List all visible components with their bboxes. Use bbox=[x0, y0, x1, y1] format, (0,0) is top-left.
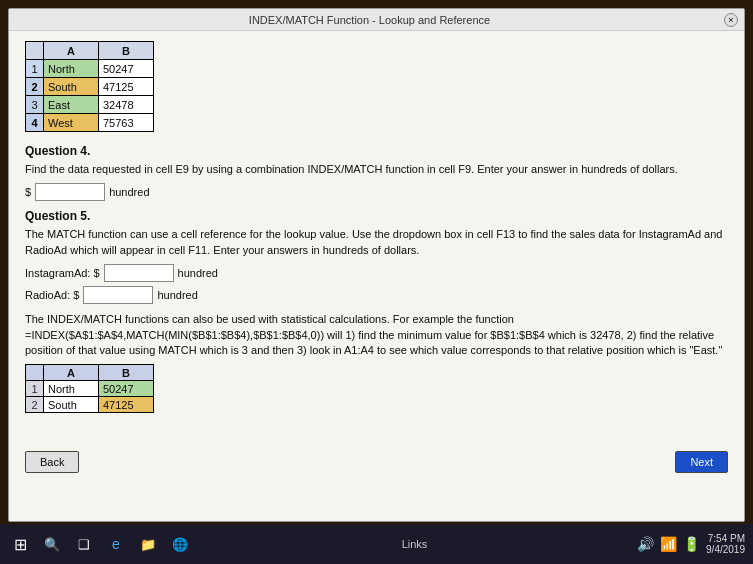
chrome-icon[interactable]: 🌐 bbox=[168, 532, 192, 556]
bottom-header-row: A B bbox=[26, 365, 154, 381]
date-text: 9/4/2019 bbox=[706, 544, 745, 555]
question4-prefix: $ bbox=[25, 186, 31, 198]
question5-section: Question 5. The MATCH function can use a… bbox=[25, 209, 728, 304]
taskbar: ⊞ 🔍 ❑ e 📁 🌐 Links 🔊 📶 🔋 7:54 PM 9/4/2019 bbox=[0, 524, 753, 564]
bottom-header-col-b: B bbox=[99, 365, 154, 381]
task-view-icon[interactable]: ❑ bbox=[72, 532, 96, 556]
bottom-cell-south: South bbox=[44, 397, 99, 413]
instagram-input[interactable] bbox=[104, 264, 174, 282]
time-display: 7:54 PM 9/4/2019 bbox=[706, 533, 745, 555]
cell-east: East bbox=[44, 96, 99, 114]
question4-text: Find the data requested in cell E9 by us… bbox=[25, 162, 728, 177]
rownum-3: 3 bbox=[26, 96, 44, 114]
nav-buttons: Next bbox=[675, 451, 728, 473]
content-area: A B 1 North 50247 2 South 47125 3 East 3… bbox=[9, 31, 744, 521]
radio-suffix: hundred bbox=[157, 289, 197, 301]
header-col-b: B bbox=[99, 42, 154, 60]
next-button[interactable]: Next bbox=[675, 451, 728, 473]
header-rownum bbox=[26, 42, 44, 60]
header-col-a: A bbox=[44, 42, 99, 60]
radio-label: RadioAd: $ bbox=[25, 289, 79, 301]
rownum-2: 2 bbox=[26, 78, 44, 96]
back-button[interactable]: Back bbox=[25, 451, 79, 473]
question4-answer-row: $ hundred bbox=[25, 183, 728, 201]
instagram-suffix: hundred bbox=[178, 267, 218, 279]
bottom-header-col-a: A bbox=[44, 365, 99, 381]
question4-suffix: hundred bbox=[109, 186, 149, 198]
sound-icon: 📶 bbox=[660, 536, 677, 552]
cell-east-val: 32478 bbox=[99, 96, 154, 114]
bottom-rownum-2: 2 bbox=[26, 397, 44, 413]
taskbar-left: ⊞ 🔍 ❑ e 📁 🌐 bbox=[8, 532, 192, 556]
windows-icon[interactable]: ⊞ bbox=[8, 532, 32, 556]
question5-text: The MATCH function can use a cell refere… bbox=[25, 227, 728, 258]
taskbar-right: 🔊 📶 🔋 7:54 PM 9/4/2019 bbox=[637, 533, 745, 555]
question5-title: Question 5. bbox=[25, 209, 728, 223]
wifi-icon: 🔊 bbox=[637, 536, 654, 552]
battery-icon: 🔋 bbox=[683, 536, 700, 552]
title-bar-controls: × bbox=[724, 13, 738, 27]
question4-input[interactable] bbox=[35, 183, 105, 201]
title-bar-text: INDEX/MATCH Function - Lookup and Refere… bbox=[15, 14, 724, 26]
question4-title: Question 4. bbox=[25, 144, 728, 158]
bottom-spreadsheet: A B 1 North 50247 2 South 47125 bbox=[25, 364, 154, 413]
bottom-cell-north: North bbox=[44, 381, 99, 397]
instagram-answer-row: InstagramAd: $ hundred bbox=[25, 264, 728, 282]
bottom-header-rownum bbox=[26, 365, 44, 381]
cell-north-val: 50247 bbox=[99, 60, 154, 78]
table-row: 1 North 50247 bbox=[26, 381, 154, 397]
radio-input[interactable] bbox=[83, 286, 153, 304]
search-icon[interactable]: 🔍 bbox=[40, 532, 64, 556]
file-icon[interactable]: 📁 bbox=[136, 532, 160, 556]
top-spreadsheet: A B 1 North 50247 2 South 47125 3 East 3… bbox=[25, 41, 154, 132]
links-label: Links bbox=[402, 538, 428, 550]
back-button-area: Back bbox=[25, 451, 79, 473]
close-button[interactable]: × bbox=[724, 13, 738, 27]
table-row: 2 South 47125 bbox=[26, 78, 154, 96]
cell-south-val: 47125 bbox=[99, 78, 154, 96]
cell-south: South bbox=[44, 78, 99, 96]
main-window: INDEX/MATCH Function - Lookup and Refere… bbox=[8, 8, 745, 522]
rownum-1: 1 bbox=[26, 60, 44, 78]
taskbar-links[interactable]: Links bbox=[402, 538, 428, 550]
cell-west-val: 75763 bbox=[99, 114, 154, 132]
title-bar: INDEX/MATCH Function - Lookup and Refere… bbox=[9, 9, 744, 31]
rownum-4: 4 bbox=[26, 114, 44, 132]
instagram-label: InstagramAd: $ bbox=[25, 267, 100, 279]
cell-north: North bbox=[44, 60, 99, 78]
question4-section: Question 4. Find the data requested in c… bbox=[25, 144, 728, 201]
table-row: 3 East 32478 bbox=[26, 96, 154, 114]
table-row: 2 South 47125 bbox=[26, 397, 154, 413]
bottom-rownum-1: 1 bbox=[26, 381, 44, 397]
time-text: 7:54 PM bbox=[706, 533, 745, 544]
index-match-explanation: The INDEX/MATCH functions can also be us… bbox=[25, 312, 728, 358]
bottom-cell-north-val: 50247 bbox=[99, 381, 154, 397]
bottom-cell-south-val: 47125 bbox=[99, 397, 154, 413]
table-header-row: A B bbox=[26, 42, 154, 60]
table-row: 4 West 75763 bbox=[26, 114, 154, 132]
table-row: 1 North 50247 bbox=[26, 60, 154, 78]
radio-answer-row: RadioAd: $ hundred bbox=[25, 286, 728, 304]
edge-icon[interactable]: e bbox=[104, 532, 128, 556]
cell-west: West bbox=[44, 114, 99, 132]
